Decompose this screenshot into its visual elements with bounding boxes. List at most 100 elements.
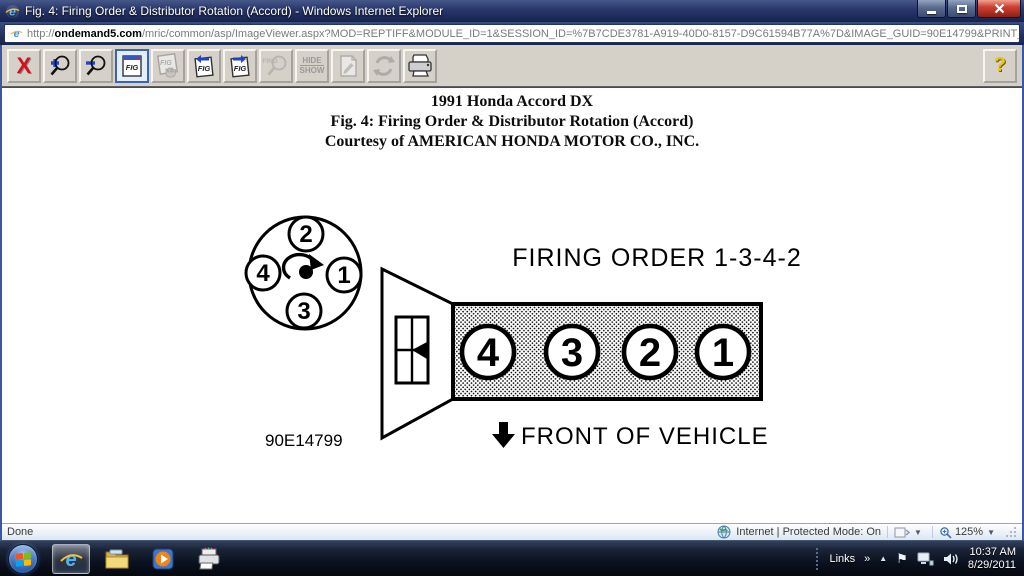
print-figure-button[interactable] xyxy=(403,48,437,83)
status-bar: Done Internet | Protected Mode: On ▼ 125… xyxy=(2,523,1022,540)
page-pencil-icon xyxy=(340,54,357,77)
taskbar-item-internet-explorer[interactable]: e xyxy=(52,543,90,574)
firing-order-diagram: 2 4 1 3 FIRING ORDER 1-3-4-2 4 3 2 1 FRO… xyxy=(244,215,801,450)
windows-taskbar: e Links » ▲ ⚑ 10:37 AM 8/29/2011 xyxy=(0,540,1024,576)
url-scheme: http:// xyxy=(27,27,55,40)
terminal-4: 4 xyxy=(256,260,270,287)
fig-previous-icon: FIG xyxy=(194,54,214,78)
title-bar: e Fig. 4: Firing Order & Distributor Rot… xyxy=(0,0,1024,22)
address-bar-row: e http://ondemand5.com/mric/common/asp/I… xyxy=(0,22,1024,45)
browser-window: e Fig. 4: Firing Order & Distributor Rot… xyxy=(0,0,1024,576)
zoom-in-button[interactable] xyxy=(43,48,77,83)
find-figure-button: FIND xyxy=(259,48,293,83)
front-of-vehicle-label: FRONT OF VEHICLE xyxy=(521,423,769,450)
media-player-icon xyxy=(152,548,174,569)
fig-next-icon: FIG xyxy=(230,54,250,78)
pan-figure-button: FIG xyxy=(151,48,185,83)
links-chevron[interactable]: » xyxy=(864,553,870,565)
red-x-icon: X xyxy=(16,52,32,78)
zoom-level-value[interactable]: 125% xyxy=(955,526,983,538)
previous-figure-button[interactable]: FIG xyxy=(187,48,221,83)
engine-front-end xyxy=(380,266,455,441)
window-title: Fig. 4: Firing Order & Distributor Rotat… xyxy=(25,4,444,18)
internet-zone-globe-icon xyxy=(717,525,731,539)
links-toolbar-label[interactable]: Links xyxy=(829,553,855,565)
zoom-out-button[interactable] xyxy=(79,48,113,83)
statusbar-separator2 xyxy=(931,526,933,538)
svg-text:FIND: FIND xyxy=(262,58,277,65)
security-zone-text: Internet | Protected Mode: On xyxy=(736,526,882,538)
magnifier-minus-icon xyxy=(86,55,106,75)
ie-taskbar-icon: e xyxy=(60,549,83,571)
windows-logo-icon xyxy=(16,551,31,567)
clock-time: 10:37 AM xyxy=(969,545,1016,558)
firing-order-label: FIRING ORDER 1-3-4-2 xyxy=(512,244,801,272)
start-button[interactable] xyxy=(8,543,38,574)
printer-icon xyxy=(408,53,432,77)
window-controls xyxy=(917,0,1021,18)
zoom-level-caret[interactable]: ▼ xyxy=(987,528,995,537)
action-center-flag-icon[interactable]: ⚑ xyxy=(896,551,908,567)
url-domain: ondemand5.com xyxy=(54,27,142,40)
svg-text:FIG: FIG xyxy=(126,63,139,72)
taskbar-item-printer[interactable] xyxy=(190,544,228,574)
close-icon xyxy=(994,3,1004,14)
svg-text:FIG: FIG xyxy=(160,60,172,67)
figure-viewer-toolbar: X FIG FIG FIG FIG FIND HIDE SHOW ? xyxy=(2,45,1022,87)
resize-grip[interactable] xyxy=(1005,526,1017,538)
printer-taskbar-icon xyxy=(198,546,220,569)
ie-favicon: e xyxy=(5,4,20,18)
ie-page-favicon: e xyxy=(10,28,23,40)
taskbar-clock[interactable]: 10:37 AM 8/29/2011 xyxy=(968,546,1016,572)
terminal-2: 2 xyxy=(299,221,312,248)
terminal-3: 3 xyxy=(297,298,310,325)
fig-page-icon: FIG xyxy=(122,54,142,77)
url-path: /mric/common/asp/ImageViewer.aspx?MOD=RE… xyxy=(141,27,1019,40)
rotor-direction-arrow xyxy=(309,254,324,270)
toolbar-drag-handle[interactable] xyxy=(816,547,820,570)
minimize-button[interactable] xyxy=(917,0,946,18)
distributor-rotation-diagram: 2 4 1 3 xyxy=(244,215,363,331)
network-icon[interactable] xyxy=(917,552,934,566)
show-hidden-icons-button[interactable]: ▲ xyxy=(879,554,887,563)
help-button[interactable]: ? xyxy=(983,48,1017,83)
refresh-figure-button xyxy=(367,48,401,83)
next-figure-button[interactable]: FIG xyxy=(223,48,257,83)
figure-id: 90E14799 xyxy=(265,431,343,450)
address-input[interactable]: e http://ondemand5.com/mric/common/asp/I… xyxy=(4,24,1020,43)
terminal-1: 1 xyxy=(337,262,350,289)
system-tray: Links » ▲ ⚑ 10:37 AM 8/29/2011 xyxy=(816,546,1024,572)
cylinder-3: 3 xyxy=(561,331,583,375)
close-figure-button[interactable]: X xyxy=(7,48,41,83)
folder-icon xyxy=(105,549,129,568)
minimize-icon xyxy=(927,10,936,14)
figure-page: 1991 Honda Accord DX Fig. 4: Firing Orde… xyxy=(2,87,1022,523)
svg-text:e: e xyxy=(65,549,76,571)
cylinder-2: 2 xyxy=(639,331,661,375)
volume-icon[interactable] xyxy=(943,552,959,566)
zoom-level-magnifier-icon xyxy=(940,526,952,539)
fit-figure-button[interactable]: FIG xyxy=(115,48,149,83)
help-icon: ? xyxy=(993,54,1007,76)
maximize-button[interactable] xyxy=(947,0,976,18)
front-arrow-icon xyxy=(492,422,515,448)
fig-pan-hand-icon: FIG xyxy=(157,52,178,77)
magnifier-plus-icon xyxy=(50,55,70,75)
close-window-button[interactable] xyxy=(977,0,1021,18)
cylinder-1: 1 xyxy=(712,331,734,375)
cylinder-4: 4 xyxy=(477,331,500,375)
refresh-icon xyxy=(373,55,395,76)
hide-show-button: HIDE SHOW xyxy=(295,48,329,83)
taskbar-item-media-player[interactable] xyxy=(144,544,182,574)
zoom-menu-caret[interactable]: ▼ xyxy=(914,528,922,537)
change-zoom-icon[interactable] xyxy=(894,526,911,539)
status-text: Done xyxy=(7,526,34,538)
taskbar-item-explorer[interactable] xyxy=(98,544,136,574)
maximize-icon xyxy=(956,4,967,13)
svg-text:FIG: FIG xyxy=(198,64,211,73)
statusbar-separator xyxy=(887,526,889,538)
svg-text:FIG: FIG xyxy=(234,64,247,73)
find-magnifier-icon: FIND xyxy=(262,55,287,75)
clock-date: 8/29/2011 xyxy=(967,558,1016,571)
svg-text:e: e xyxy=(9,4,16,18)
